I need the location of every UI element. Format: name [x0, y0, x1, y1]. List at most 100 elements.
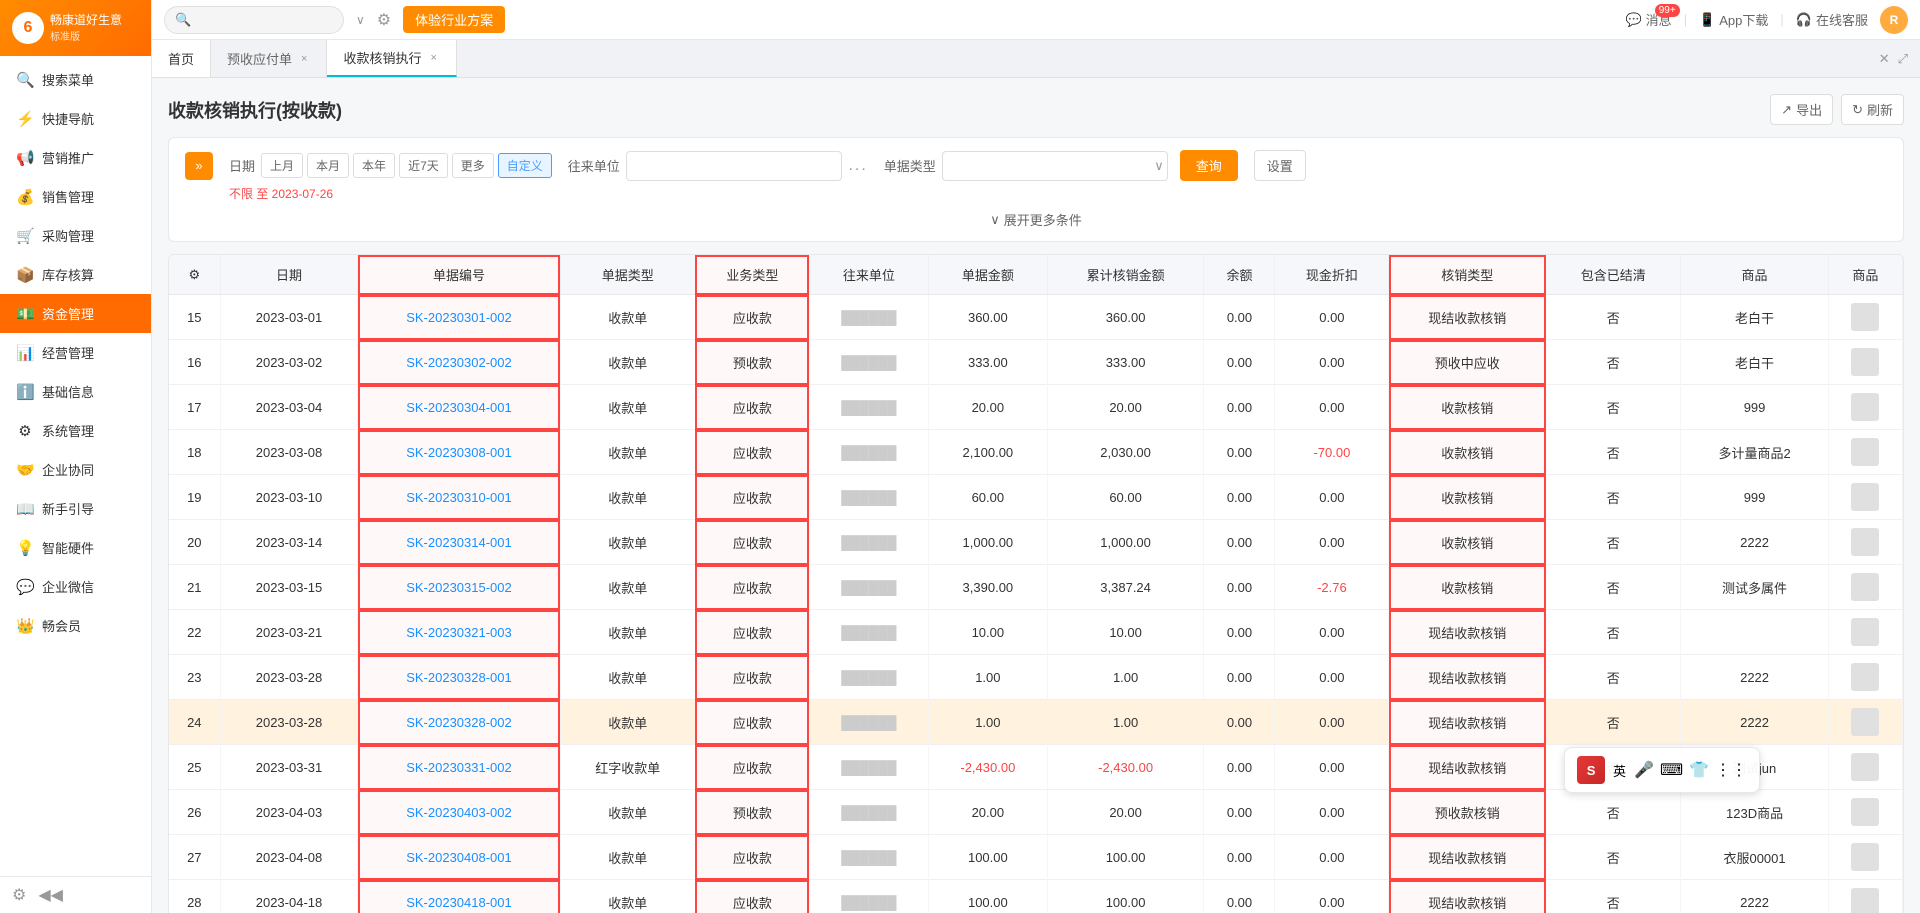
tab-首页[interactable]: 首页 [152, 40, 211, 77]
date-option-更多[interactable]: 更多 [452, 153, 494, 178]
app-download-btn[interactable]: 📱 App下载 [1699, 10, 1768, 29]
col-goods2[interactable]: 商品 [1828, 255, 1902, 295]
user-avatar[interactable]: R [1880, 6, 1908, 34]
nav-icon: ⚙ [16, 422, 34, 440]
logo-icon: 6 [12, 12, 44, 44]
unit-input[interactable] [626, 151, 843, 181]
filter-toggle-btn[interactable]: » [185, 152, 213, 180]
bill-no-link[interactable]: SK-20230328-002 [406, 715, 512, 730]
goods-thumbnail [1851, 348, 1879, 376]
sidebar-item-快捷导航[interactable]: ⚡快捷导航 [0, 99, 151, 138]
settings-icon[interactable]: ⚙ [12, 885, 26, 905]
col-amount[interactable]: 单据金额 [929, 255, 1048, 295]
bill-no-link[interactable]: SK-20230304-001 [406, 400, 512, 415]
type-select[interactable] [942, 151, 1168, 181]
tab-label: 收款核销执行 [343, 48, 421, 67]
col-settings[interactable]: ⚙ [169, 255, 220, 295]
sidebar-item-畅会员[interactable]: 👑畅会员 [0, 606, 151, 645]
bill-no-link[interactable]: SK-20230408-001 [406, 850, 512, 865]
sidebar-item-经营管理[interactable]: 📊经营管理 [0, 333, 151, 372]
bill-no-link[interactable]: SK-20230418-001 [406, 895, 512, 910]
bill-no-link[interactable]: SK-20230302-002 [406, 355, 512, 370]
unit-dots[interactable]: ... [848, 157, 867, 175]
sidebar-item-企业协同[interactable]: 🤝企业协同 [0, 450, 151, 489]
table-row: 182023-03-08SK-20230308-001收款单应收款██████2… [169, 430, 1903, 475]
page-header: 收款核销执行(按收款) ↗ 导出 ↻ 刷新 [168, 94, 1904, 125]
date-label: 日期 [229, 156, 255, 175]
search-icon: 🔍 [175, 12, 191, 28]
tabbar-controls: ✕⤢ [1867, 51, 1920, 67]
tab-收款核销执行[interactable]: 收款核销执行 × [327, 40, 456, 77]
sidebar-item-基础信息[interactable]: ℹ️基础信息 [0, 372, 151, 411]
sidebar-item-企业微信[interactable]: 💬企业微信 [0, 567, 151, 606]
expand-more-btn[interactable]: ∨ 展开更多条件 [185, 210, 1887, 229]
bill-no-link[interactable]: SK-20230331-002 [406, 760, 512, 775]
collapse-icon[interactable]: ◀◀ [38, 885, 63, 905]
bill-no-link[interactable]: SK-20230328-001 [406, 670, 512, 685]
date-option-本月[interactable]: 本月 [307, 153, 349, 178]
mic-icon[interactable]: 🎤 [1634, 760, 1654, 780]
col-balance[interactable]: 余额 [1204, 255, 1275, 295]
sidebar-item-新手引导[interactable]: 📖新手引导 [0, 489, 151, 528]
col-bill_type[interactable]: 单据类型 [560, 255, 695, 295]
tab-预收应付单[interactable]: 预收应付单× [211, 40, 327, 77]
date-option-近7天[interactable]: 近7天 [399, 153, 448, 178]
sidebar-item-销售管理[interactable]: 💰销售管理 [0, 177, 151, 216]
shirt-icon[interactable]: 👕 [1689, 760, 1709, 780]
topbar-search-box[interactable]: 🔍 [164, 6, 344, 34]
industry-btn[interactable]: 体验行业方案 [403, 6, 505, 33]
setting-btn[interactable]: 设置 [1254, 150, 1306, 181]
col-biz_type[interactable]: 业务类型 [695, 255, 809, 295]
col-include[interactable]: 包含已结清 [1546, 255, 1681, 295]
sidebar-item-营销推广[interactable]: 📢营销推广 [0, 138, 151, 177]
col-cumulative[interactable]: 累计核销金额 [1047, 255, 1204, 295]
tabbar: 首页预收应付单×收款核销执行×✕⤢ [152, 40, 1920, 78]
col-goods[interactable]: 商品 [1681, 255, 1828, 295]
bill-no-link[interactable]: SK-20230314-001 [406, 535, 512, 550]
filter-bar: » 日期 上月本月本年近7天更多自定义 往来单位 ... 单据类型 ∨ [168, 137, 1904, 242]
sidebar-item-采购管理[interactable]: 🛒采购管理 [0, 216, 151, 255]
type-label: 单据类型 [884, 156, 936, 175]
nav-icon: 💵 [16, 305, 34, 323]
date-option-本年[interactable]: 本年 [353, 153, 395, 178]
bill-no-link[interactable]: SK-20230308-001 [406, 445, 512, 460]
table-row: 152023-03-01SK-20230301-002收款单应收款██████3… [169, 295, 1903, 340]
gear-icon[interactable]: ⚙ [377, 10, 391, 30]
bill-no-link[interactable]: SK-20230321-003 [406, 625, 512, 640]
tab-close-icon[interactable]: × [427, 51, 439, 65]
date-custom-btn[interactable]: 自定义 [498, 153, 552, 178]
col-cancel_type[interactable]: 核销类型 [1389, 255, 1546, 295]
goods-thumbnail [1851, 888, 1879, 913]
message-btn[interactable]: 💬 消息 99+ [1625, 10, 1671, 29]
sidebar-item-搜索菜单[interactable]: 🔍搜索菜单 [0, 60, 151, 99]
sidebar-item-智能硬件[interactable]: 💡智能硬件 [0, 528, 151, 567]
nav-icon: 💰 [16, 188, 34, 206]
col-bill_no[interactable]: 单据编号 [358, 255, 560, 295]
online-service-btn[interactable]: 🎧 在线客服 [1796, 10, 1868, 29]
date-option-上月[interactable]: 上月 [261, 153, 303, 178]
bill-no-link[interactable]: SK-20230301-002 [406, 310, 512, 325]
close-tab-icon[interactable]: ✕ [1879, 51, 1890, 67]
service-label: 在线客服 [1816, 10, 1868, 29]
sidebar-item-库存核算[interactable]: 📦库存核算 [0, 255, 151, 294]
export-btn[interactable]: ↗ 导出 [1770, 94, 1833, 125]
sidebar-item-资金管理[interactable]: 💵资金管理 [0, 294, 151, 333]
watermark-widget: S 英 🎤 ⌨ 👕 ⋮⋮ [1564, 747, 1760, 793]
nav-icon: 💬 [16, 578, 34, 596]
col-date[interactable]: 日期 [220, 255, 358, 295]
unit-filter-group: 往来单位 ... [568, 151, 868, 181]
col-discount[interactable]: 现金折扣 [1275, 255, 1389, 295]
bill-no-link[interactable]: SK-20230403-002 [406, 805, 512, 820]
query-btn[interactable]: 查询 [1180, 150, 1238, 181]
bill-no-link[interactable]: SK-20230310-001 [406, 490, 512, 505]
expand-tab-icon[interactable]: ⤢ [1898, 51, 1908, 67]
bill-no-link[interactable]: SK-20230315-002 [406, 580, 512, 595]
col-unit[interactable]: 往来单位 [809, 255, 928, 295]
sidebar-item-系统管理[interactable]: ⚙系统管理 [0, 411, 151, 450]
refresh-btn[interactable]: ↻ 刷新 [1841, 94, 1904, 125]
tab-close-icon[interactable]: × [298, 52, 310, 66]
nav-icon: 📖 [16, 500, 34, 518]
apps-icon[interactable]: ⋮⋮ [1715, 760, 1747, 780]
keyboard-icon[interactable]: ⌨ [1660, 760, 1683, 780]
dropdown-arrow-icon[interactable]: ∨ [356, 13, 365, 27]
